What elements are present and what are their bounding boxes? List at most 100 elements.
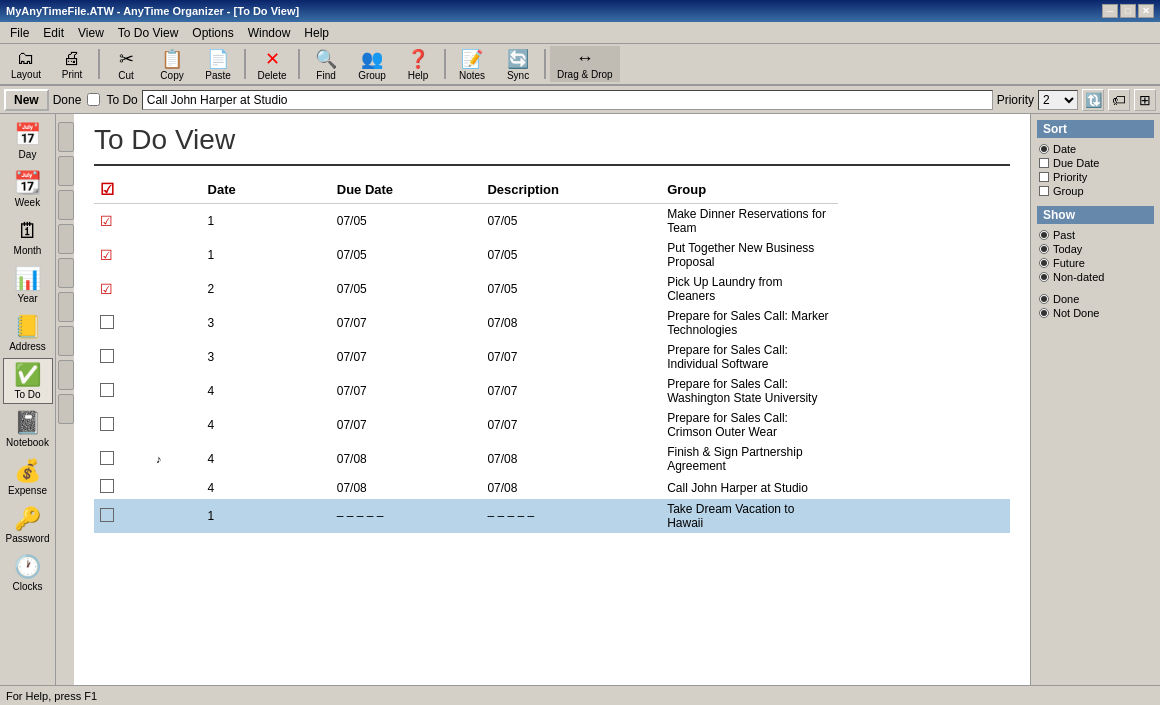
notes-button[interactable]: 📝 Notes — [450, 46, 494, 82]
scroll-tab-2[interactable] — [58, 156, 74, 186]
show-today-radio[interactable] — [1039, 244, 1049, 254]
new-button[interactable]: New — [4, 89, 49, 111]
sort-group-checkbox[interactable] — [1039, 186, 1049, 196]
header-date[interactable]: Date — [202, 176, 331, 204]
check-done-icon[interactable]: ☑ — [100, 281, 113, 297]
sort-duedate-checkbox[interactable] — [1039, 158, 1049, 168]
check-done-icon[interactable]: ☑ — [100, 247, 113, 263]
show-notdone[interactable]: Not Done — [1037, 306, 1154, 320]
table-row[interactable]: 307/0707/08Prepare for Sales Call: Marke… — [94, 306, 1010, 340]
check-empty-box[interactable] — [100, 383, 114, 397]
show-future-radio[interactable] — [1039, 258, 1049, 268]
table-row[interactable]: ☑207/0507/05Pick Up Laundry from Cleaner… — [94, 272, 1010, 306]
check-empty-box[interactable] — [100, 451, 114, 465]
show-done-radio[interactable] — [1039, 294, 1049, 304]
show-today[interactable]: Today — [1037, 242, 1154, 256]
minimize-button[interactable]: ─ — [1102, 4, 1118, 18]
check-empty-box[interactable] — [100, 349, 114, 363]
grid-button[interactable]: ⊞ — [1134, 89, 1156, 111]
check-empty-box[interactable] — [100, 417, 114, 431]
scroll-tab-9[interactable] — [58, 394, 74, 424]
sort-priority[interactable]: Priority — [1037, 170, 1154, 184]
table-row[interactable]: ♪407/0807/08Finish & Sign Partnership Ag… — [94, 442, 1010, 476]
nav-week[interactable]: 📆 Week — [3, 166, 53, 212]
quick-entry-input[interactable] — [142, 90, 993, 110]
find-button[interactable]: 🔍 Find — [304, 46, 348, 82]
nav-address[interactable]: 📒 Address — [3, 310, 53, 356]
scroll-tab-6[interactable] — [58, 292, 74, 322]
sort-date[interactable]: Date — [1037, 142, 1154, 156]
check-done-icon[interactable]: ☑ — [100, 213, 113, 229]
check-empty-box[interactable] — [100, 479, 114, 493]
empty-note-cell — [150, 238, 202, 272]
nav-expense[interactable]: 💰 Expense — [3, 454, 53, 500]
copy-button[interactable]: 📋 Copy — [150, 46, 194, 82]
nav-notebook[interactable]: 📓 Notebook — [3, 406, 53, 452]
paste-button[interactable]: 📄 Paste — [196, 46, 240, 82]
menu-window[interactable]: Window — [242, 24, 297, 42]
menu-options[interactable]: Options — [186, 24, 239, 42]
show-notdone-radio[interactable] — [1039, 308, 1049, 318]
show-nondated[interactable]: Non-dated — [1037, 270, 1154, 284]
quick-bar: New Done To Do Priority 1 2 3 4 🔃 🏷 ⊞ — [0, 86, 1160, 114]
nav-notebook-label: Notebook — [6, 437, 49, 448]
delete-button[interactable]: ✕ Delete — [250, 46, 294, 82]
table-row[interactable]: 307/0707/07Prepare for Sales Call: Indiv… — [94, 340, 1010, 374]
sort-duedate[interactable]: Due Date — [1037, 156, 1154, 170]
nav-day[interactable]: 📅 Day — [3, 118, 53, 164]
duedate-cell: 07/08 — [481, 306, 661, 340]
nav-password[interactable]: 🔑 Password — [3, 502, 53, 548]
nav-todo[interactable]: ✅ To Do — [3, 358, 53, 404]
menu-todoview[interactable]: To Do View — [112, 24, 184, 42]
nav-month[interactable]: 🗓 Month — [3, 214, 53, 260]
maximize-button[interactable]: □ — [1120, 4, 1136, 18]
master-checkbox[interactable]: ☑ — [100, 181, 114, 198]
sort-date-radio[interactable] — [1039, 144, 1049, 154]
refresh-button[interactable]: 🔃 — [1082, 89, 1104, 111]
scroll-tab-5[interactable] — [58, 258, 74, 288]
scroll-tab-4[interactable] — [58, 224, 74, 254]
close-button[interactable]: ✕ — [1138, 4, 1154, 18]
check-empty-box[interactable] — [100, 508, 114, 522]
scroll-tab-7[interactable] — [58, 326, 74, 356]
layout-button[interactable]: 🗂 Layout — [4, 46, 48, 82]
show-past-radio[interactable] — [1039, 230, 1049, 240]
empty-note-cell — [150, 408, 202, 442]
table-row[interactable]: 407/0707/07Prepare for Sales Call: Crims… — [94, 408, 1010, 442]
table-row[interactable]: 1– – – – –– – – – –Take Dream Vacation t… — [94, 499, 1010, 533]
notebook-icon: 📓 — [14, 410, 41, 436]
menu-help[interactable]: Help — [298, 24, 335, 42]
show-nondated-radio[interactable] — [1039, 272, 1049, 282]
show-past[interactable]: Past — [1037, 228, 1154, 242]
menu-file[interactable]: File — [4, 24, 35, 42]
header-group[interactable]: Group — [661, 176, 838, 204]
sync-button[interactable]: 🔄 Sync — [496, 46, 540, 82]
scroll-tab-3[interactable] — [58, 190, 74, 220]
print-button[interactable]: 🖨 Print — [50, 46, 94, 82]
cut-button[interactable]: ✂ Cut — [104, 46, 148, 82]
header-description[interactable]: Description — [481, 176, 661, 204]
menu-edit[interactable]: Edit — [37, 24, 70, 42]
categories-button[interactable]: 🏷 — [1108, 89, 1130, 111]
nav-year[interactable]: 📊 Year — [3, 262, 53, 308]
sort-priority-checkbox[interactable] — [1039, 172, 1049, 182]
scroll-tab-8[interactable] — [58, 360, 74, 390]
table-row[interactable]: ☑107/0507/05Make Dinner Reservations for… — [94, 204, 1010, 239]
menu-view[interactable]: View — [72, 24, 110, 42]
header-duedate[interactable]: Due Date — [331, 176, 482, 204]
show-future[interactable]: Future — [1037, 256, 1154, 270]
nav-clocks-label: Clocks — [12, 581, 42, 592]
check-empty-box[interactable] — [100, 315, 114, 329]
sort-group[interactable]: Group — [1037, 184, 1154, 198]
priority-select[interactable]: 1 2 3 4 — [1038, 90, 1078, 110]
show-done[interactable]: Done — [1037, 292, 1154, 306]
scroll-tab-1[interactable] — [58, 122, 74, 152]
group-button[interactable]: 👥 Group — [350, 46, 394, 82]
nav-clocks[interactable]: 🕐 Clocks — [3, 550, 53, 596]
help-button[interactable]: ❓ Help — [396, 46, 440, 82]
table-row[interactable]: 407/0807/08Call John Harper at Studio — [94, 476, 1010, 499]
table-row[interactable]: ☑107/0507/05Put Together New Business Pr… — [94, 238, 1010, 272]
dragdrop-button[interactable]: ↔ Drag & Drop — [550, 46, 620, 82]
todo-checkbox[interactable] — [87, 93, 100, 106]
table-row[interactable]: 407/0707/07Prepare for Sales Call: Washi… — [94, 374, 1010, 408]
